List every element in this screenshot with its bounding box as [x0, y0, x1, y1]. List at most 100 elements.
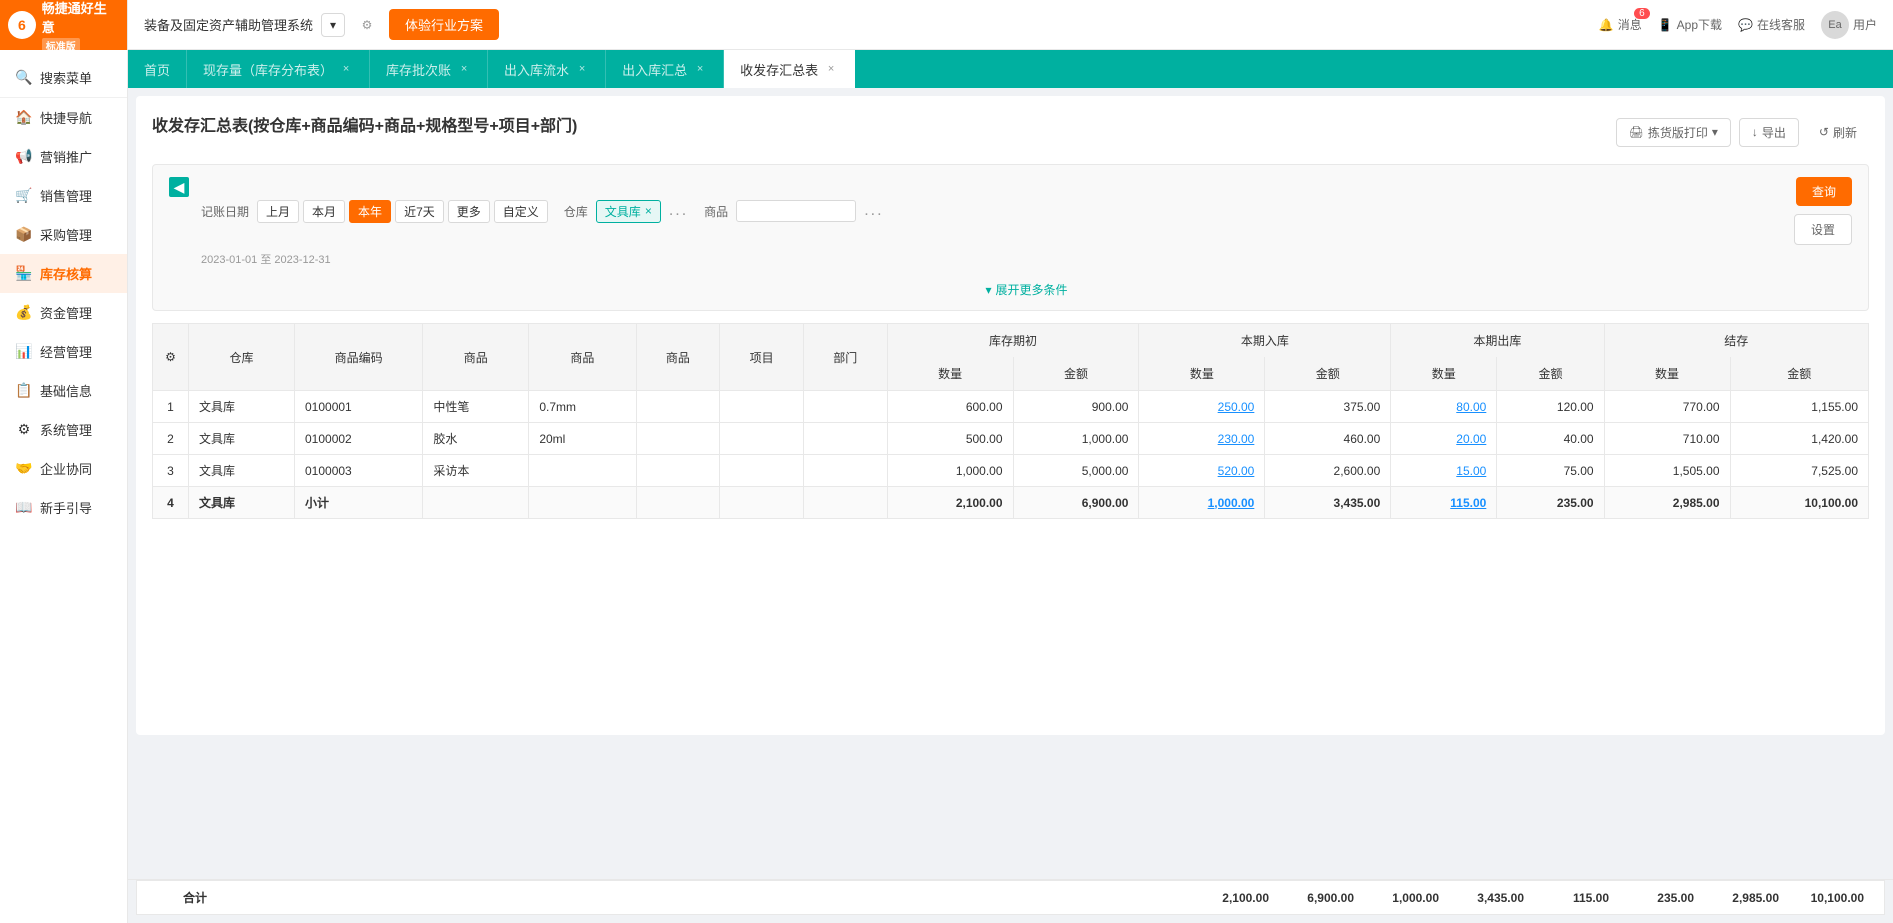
subtotal-in-amt: 3,435.00: [1265, 487, 1391, 519]
tab-io-flow[interactable]: 出入库流水 ×: [488, 50, 606, 88]
tab-close-inventory-dist[interactable]: ×: [339, 62, 353, 76]
date-btn-this-month[interactable]: 本月: [303, 200, 345, 223]
row-out-qty[interactable]: 15.00: [1391, 455, 1497, 487]
expand-row: ▾ 展开更多条件: [201, 273, 1852, 298]
tab-close-batch-account[interactable]: ×: [457, 62, 471, 76]
refresh-button[interactable]: ↺ 刷新: [1807, 119, 1869, 146]
date-btn-last-month[interactable]: 上月: [257, 200, 299, 223]
purchase-icon: 📦: [16, 227, 32, 243]
th-opening-qty: 数量: [887, 357, 1013, 391]
row-opening-qty: 600.00: [887, 391, 1013, 423]
date-btn-custom[interactable]: 自定义: [494, 200, 548, 223]
phone-icon: 📱: [1658, 18, 1673, 32]
sidebar-header: 6 畅捷通好生意 标准版: [0, 0, 127, 50]
gear-settings[interactable]: ⚙: [353, 11, 381, 39]
row-goods-unit: [636, 455, 720, 487]
row-project: [720, 455, 804, 487]
total-opening-amt: 6,900.00: [1279, 891, 1364, 905]
date-btn-7days[interactable]: 近7天: [395, 200, 444, 223]
th-out-amt: 金额: [1497, 357, 1604, 391]
sidebar-item-finance[interactable]: 💰 资金管理: [0, 293, 127, 332]
basic-icon: 📋: [16, 383, 32, 399]
tab-batch-account[interactable]: 库存批次账 ×: [370, 50, 488, 88]
warehouse-filter-label: 仓库: [564, 203, 588, 220]
sidebar-item-purchase[interactable]: 📦 采购管理: [0, 215, 127, 254]
row-opening-amt: 1,000.00: [1013, 423, 1139, 455]
data-table: ⚙ 仓库 商品编码 商品 商品 商品 项目 部门 库存期初 本期入库 本期出库 …: [152, 323, 1869, 519]
tab-io-summary[interactable]: 出入库汇总 ×: [606, 50, 724, 88]
system-dropdown[interactable]: ▾: [321, 13, 345, 37]
warehouse-tag-remove[interactable]: ×: [645, 204, 652, 218]
trial-button[interactable]: 体验行业方案: [389, 9, 499, 40]
page-title-bar: 收发存汇总表(按仓库+商品编码+商品+规格型号+项目+部门) 🖨 拣货版打印 ▾…: [152, 112, 1869, 152]
subtotal-label: 小计: [295, 487, 423, 519]
table-body: 1 文具库 0100001 中性笔 0.7mm 600.00 900.00 25…: [153, 391, 1869, 519]
filter-goods: 商品 ...: [704, 200, 883, 222]
th-settings[interactable]: ⚙: [153, 324, 189, 391]
sidebar-item-system[interactable]: ⚙ 系统管理: [0, 410, 127, 449]
th-goods-code: 商品编码: [295, 324, 423, 391]
operation-icon: 📊: [16, 344, 32, 360]
set-button[interactable]: 设置: [1794, 214, 1852, 245]
expand-button[interactable]: ▾ 展开更多条件: [985, 281, 1067, 298]
top-bar-left: 装备及固定资产辅助管理系统 ▾ ⚙ 体验行业方案: [144, 9, 499, 40]
app-download-item[interactable]: 📱 App下载: [1658, 16, 1722, 33]
tab-close-io-summary[interactable]: ×: [693, 62, 707, 76]
print-button[interactable]: 🖨 拣货版打印 ▾: [1616, 118, 1731, 147]
row-opening-amt: 900.00: [1013, 391, 1139, 423]
sales-icon: 🛒: [16, 188, 32, 204]
row-out-qty[interactable]: 80.00: [1391, 391, 1497, 423]
warehouse-more[interactable]: ...: [669, 202, 688, 220]
user-item[interactable]: Ea 用户: [1821, 11, 1877, 39]
sidebar-item-sales[interactable]: 🛒 销售管理: [0, 176, 127, 215]
search-icon: 🔍: [16, 70, 32, 86]
row-opening-qty: 1,000.00: [887, 455, 1013, 487]
row-close-amt: 7,525.00: [1730, 455, 1869, 487]
tab-home[interactable]: 首页: [128, 50, 187, 88]
filter-row-1: 记账日期 上月 本月 本年 近7天 更多 自定义: [201, 177, 1852, 245]
row-in-qty[interactable]: 250.00: [1139, 391, 1265, 423]
subtotal-close-qty: 2,985.00: [1604, 487, 1730, 519]
sidebar-item-guide[interactable]: 📖 新手引导: [0, 488, 127, 527]
tab-inventory-dist[interactable]: 现存量（库存分布表） ×: [187, 50, 370, 88]
th-outbound-group: 本期出库: [1391, 324, 1604, 358]
bell-icon: 🔔: [1599, 18, 1614, 32]
sidebar-item-marketing[interactable]: 📢 营销推广: [0, 137, 127, 176]
sidebar-item-basic[interactable]: 📋 基础信息: [0, 371, 127, 410]
tab-recv-send[interactable]: 收发存汇总表 ×: [724, 50, 855, 88]
th-in-amt: 金额: [1265, 357, 1391, 391]
th-warehouse: 仓库: [189, 324, 295, 391]
date-btn-this-year[interactable]: 本年: [349, 200, 391, 223]
app-logo: 6: [8, 11, 36, 39]
row-in-qty[interactable]: 230.00: [1139, 423, 1265, 455]
goods-filter-input[interactable]: [736, 200, 856, 222]
row-in-amt: 2,600.00: [1265, 455, 1391, 487]
online-service-item[interactable]: 💬 在线客服: [1738, 16, 1805, 33]
subtotal-empty5: [803, 487, 887, 519]
row-goods-unit: [636, 391, 720, 423]
sidebar-item-quick-nav[interactable]: 🏠 快捷导航: [0, 98, 127, 137]
export-button[interactable]: ↓ 导出: [1739, 118, 1799, 147]
row-out-qty[interactable]: 20.00: [1391, 423, 1497, 455]
tab-close-io-flow[interactable]: ×: [575, 62, 589, 76]
row-in-qty[interactable]: 520.00: [1139, 455, 1265, 487]
total-out-qty: 115.00: [1534, 891, 1619, 905]
subtotal-in-qty[interactable]: 1,000.00: [1139, 487, 1265, 519]
query-button[interactable]: 查询: [1796, 177, 1852, 206]
sidebar-item-search[interactable]: 🔍 搜索菜单: [0, 58, 127, 98]
tab-close-recv-send[interactable]: ×: [824, 62, 838, 76]
notification-item[interactable]: 🔔 消息 6: [1599, 16, 1642, 33]
sidebar-item-inventory[interactable]: 🏪 库存核算: [0, 254, 127, 293]
sidebar-item-operation[interactable]: 📊 经营管理: [0, 332, 127, 371]
sidebar-item-enterprise[interactable]: 🤝 企业协同: [0, 449, 127, 488]
row-opening-qty: 500.00: [887, 423, 1013, 455]
row-in-amt: 460.00: [1265, 423, 1391, 455]
date-btn-more[interactable]: 更多: [448, 200, 490, 223]
goods-more[interactable]: ...: [864, 202, 883, 220]
filter-warehouse: 仓库 文具库 × ...: [564, 200, 688, 223]
export-icon: ↓: [1752, 125, 1758, 139]
collapse-arrow[interactable]: ◀: [169, 177, 189, 197]
row-department: [803, 423, 887, 455]
row-no: 3: [153, 455, 189, 487]
subtotal-out-qty[interactable]: 115.00: [1391, 487, 1497, 519]
